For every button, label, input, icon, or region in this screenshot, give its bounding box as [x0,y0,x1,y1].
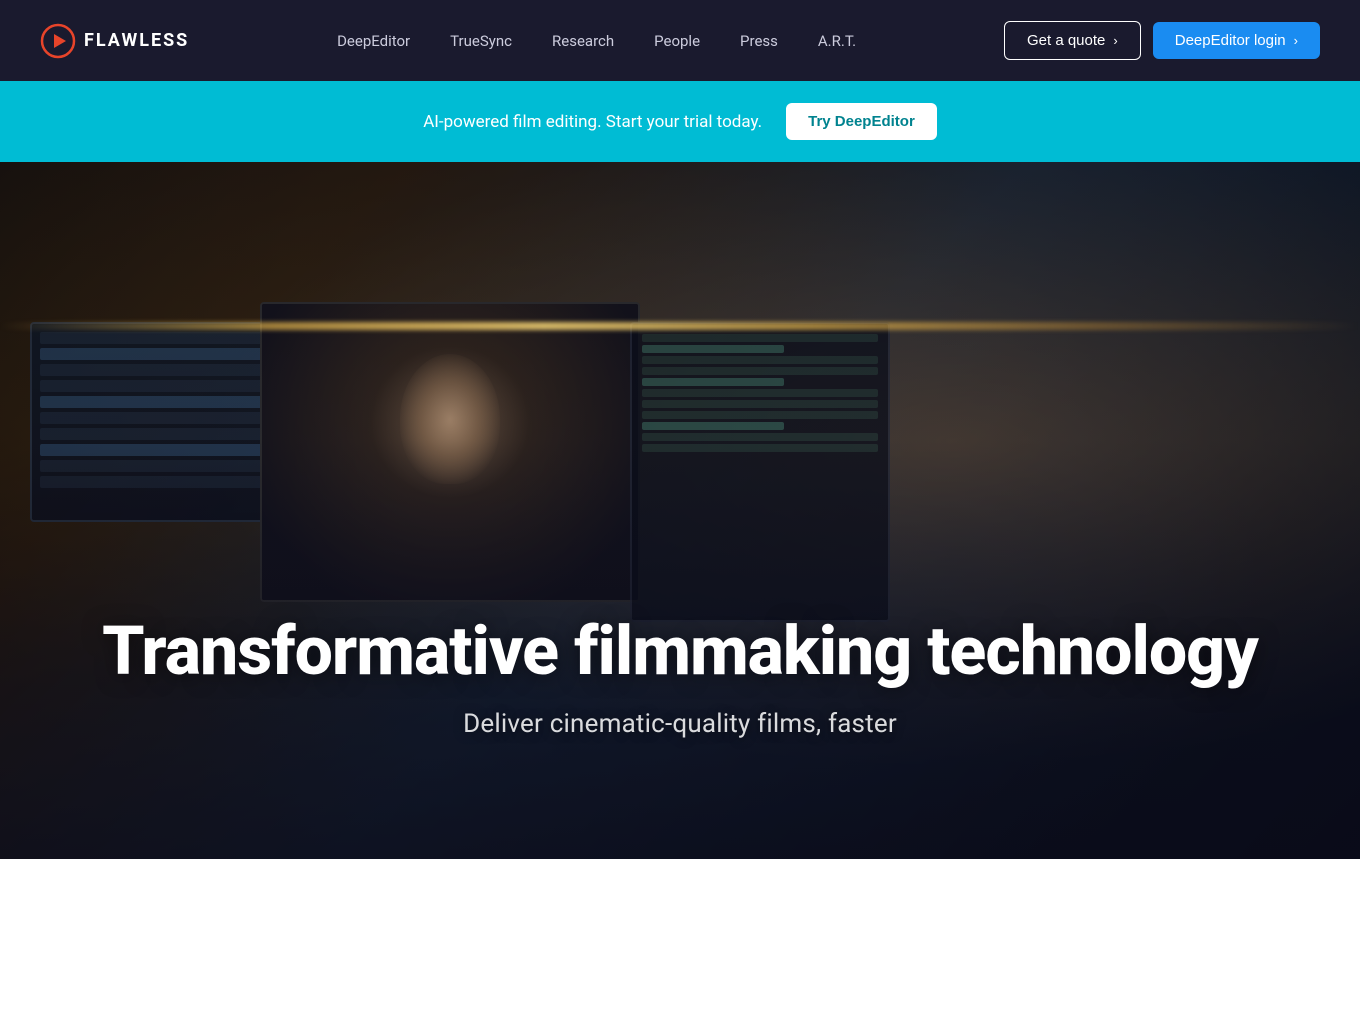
navbar: FLAWLESS DeepEditor TrueSync Research Pe… [0,0,1360,81]
try-deepeditor-button[interactable]: Try DeepEditor [786,103,937,140]
promo-banner: AI-powered film editing. Start your tria… [0,81,1360,162]
hero-subtitle: Deliver cinematic-quality films, faster [40,709,1320,739]
nav-item-art[interactable]: A.R.T. [802,24,872,58]
hero-title: Transformative filmmaking technology [40,614,1320,689]
nav-item-deepeditor[interactable]: DeepEditor [321,24,426,58]
nav-item-research[interactable]: Research [536,24,630,58]
get-quote-label: Get a quote [1027,32,1105,49]
nav-item-press[interactable]: Press [724,24,794,58]
flawless-logo-icon [40,23,76,59]
get-quote-chevron-icon: › [1113,33,1117,48]
hero-content: Transformative filmmaking technology Del… [0,614,1360,739]
deepeditor-login-label: DeepEditor login [1175,32,1286,49]
logo-text: FLAWLESS [84,30,189,51]
logo-area: FLAWLESS [40,23,189,59]
hero-section: Transformative filmmaking technology Del… [0,162,1360,859]
nav-links: DeepEditor TrueSync Research People Pres… [321,24,872,58]
navbar-actions: Get a quote › DeepEditor login › [1004,21,1320,60]
get-quote-button[interactable]: Get a quote › [1004,21,1141,60]
hero-overlay [0,162,1360,859]
banner-text: AI-powered film editing. Start your tria… [423,112,762,132]
deepeditor-login-button[interactable]: DeepEditor login › [1153,22,1320,59]
nav-item-truesync[interactable]: TrueSync [434,24,528,58]
deepeditor-login-chevron-icon: › [1294,33,1298,48]
nav-item-people[interactable]: People [638,24,716,58]
shelf-lighting [0,322,1360,330]
